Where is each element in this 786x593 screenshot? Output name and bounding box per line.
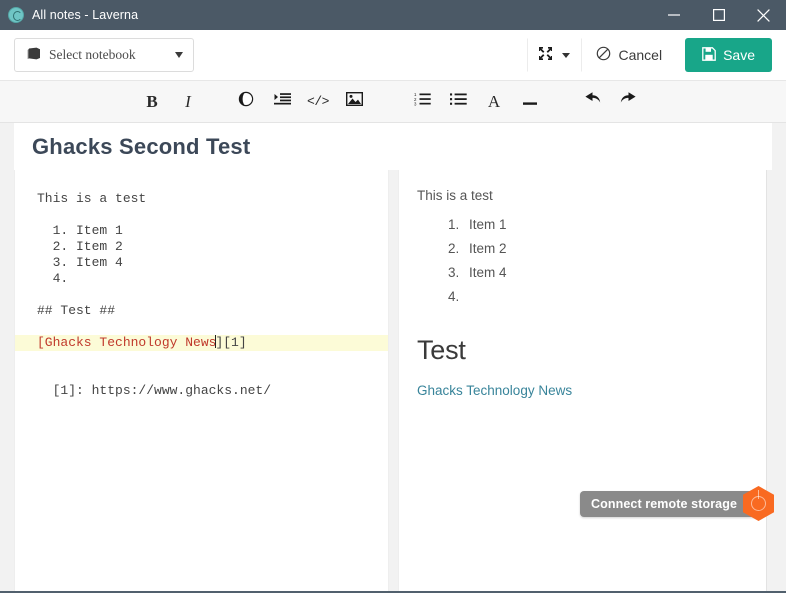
editor-line[interactable]: This is a test: [15, 191, 388, 207]
format-ordered-list-button[interactable]: 1 2 3: [404, 87, 440, 117]
remote-storage-widget[interactable]: Connect remote storage: [580, 486, 774, 521]
action-bar: Select notebook Cancel Save: [0, 30, 786, 81]
editor-line[interactable]: 3. Item 4: [15, 255, 388, 271]
editor-line[interactable]: 2. Item 2: [15, 239, 388, 255]
floppy-disk-icon: [702, 46, 716, 64]
preview-list-item: [463, 287, 744, 308]
undo-button[interactable]: [574, 87, 610, 117]
note-title-bar: Ghacks Second Test: [0, 123, 786, 170]
expand-mode-button[interactable]: [527, 38, 582, 72]
markdown-editor-pane[interactable]: This is a test 1. Item 1 2. Item 2 3. It…: [14, 170, 389, 591]
save-button-label: Save: [723, 47, 755, 63]
editor-line[interactable]: 4.: [15, 271, 388, 287]
chevron-down-icon: [175, 52, 183, 58]
redo-arrow-icon: [620, 92, 637, 111]
unordered-list-icon: [449, 92, 467, 111]
format-indent-button[interactable]: [264, 87, 300, 117]
editor-line[interactable]: [15, 319, 388, 335]
notebook-select-dropdown[interactable]: Select notebook: [14, 38, 194, 72]
editor-line[interactable]: [15, 351, 388, 367]
markdown-editor[interactable]: This is a test 1. Item 1 2. Item 2 3. It…: [15, 170, 388, 399]
preview-paragraph: This is a test: [417, 188, 493, 203]
editor-line[interactable]: [Ghacks Technology News][1]: [15, 335, 388, 351]
preview-ordered-list: Item 1 Item 2 Item 4: [417, 215, 744, 308]
minus-icon: [523, 93, 537, 111]
note-title-input[interactable]: Ghacks Second Test: [14, 123, 772, 170]
ordered-list-icon: 1 2 3: [414, 92, 431, 111]
format-horizontal-rule-button[interactable]: [512, 87, 548, 117]
editor-line[interactable]: 1. Item 1: [15, 223, 388, 239]
maximize-icon[interactable]: [696, 0, 741, 30]
notebook-select-label: Select notebook: [49, 47, 136, 62]
chevron-down-icon: [562, 52, 571, 58]
editor-line[interactable]: ## Test ##: [15, 303, 388, 319]
indent-icon: [273, 92, 291, 111]
preview-heading: Test: [417, 334, 466, 365]
save-button[interactable]: Save: [685, 38, 772, 72]
expand-arrows-icon: [538, 46, 553, 64]
format-link-button[interactable]: [228, 87, 264, 117]
editor-panes: This is a test 1. Item 1 2. Item 2 3. It…: [0, 170, 786, 593]
cancel-button[interactable]: Cancel: [581, 38, 678, 72]
remote-storage-label: Connect remote storage: [580, 490, 763, 517]
app-window: All notes - Laverna Select notebook Canc…: [0, 0, 786, 593]
title-bar: All notes - Laverna: [0, 0, 786, 30]
format-heading-button[interactable]: A: [476, 87, 512, 117]
link-globe-icon: [238, 91, 254, 112]
format-toolbar: B I </> 1 2 3 A: [0, 81, 786, 123]
preview-list-item: Item 1: [463, 215, 744, 236]
ban-circle-icon: [596, 46, 611, 64]
format-italic-button[interactable]: I: [170, 87, 206, 117]
format-image-button[interactable]: [336, 87, 372, 117]
editor-line[interactable]: [15, 207, 388, 223]
editor-line[interactable]: [15, 367, 388, 383]
preview-content: This is a test Item 1 Item 2 Item 4 Test G…: [399, 170, 766, 402]
laverna-logo-icon: [8, 7, 24, 23]
cancel-button-label: Cancel: [618, 47, 663, 63]
action-buttons: Cancel Save: [527, 38, 772, 72]
format-unordered-list-button[interactable]: [440, 87, 476, 117]
editor-line[interactable]: [15, 287, 388, 303]
svg-text:3: 3: [414, 102, 417, 106]
format-bold-button[interactable]: B: [134, 87, 170, 117]
undo-arrow-icon: [584, 92, 601, 111]
window-controls: [651, 0, 786, 30]
editor-line[interactable]: [1]: https://www.ghacks.net/: [15, 383, 388, 399]
preview-list-item: Item 2: [463, 239, 744, 260]
editor-link-token: [Ghacks Technology News: [37, 335, 217, 350]
preview-link[interactable]: Ghacks Technology News: [417, 383, 572, 398]
close-icon[interactable]: [741, 0, 786, 30]
format-code-button[interactable]: </>: [300, 87, 336, 117]
minimize-icon[interactable]: [651, 0, 696, 30]
redo-button[interactable]: [610, 87, 646, 117]
notebook-icon: [27, 47, 41, 64]
window-title: All notes - Laverna: [32, 8, 139, 22]
editor-link-ref: ][1]: [215, 335, 247, 350]
preview-pane: This is a test Item 1 Item 2 Item 4 Test G…: [398, 170, 767, 591]
preview-list-item: Item 4: [463, 263, 744, 284]
image-icon: [345, 91, 363, 111]
